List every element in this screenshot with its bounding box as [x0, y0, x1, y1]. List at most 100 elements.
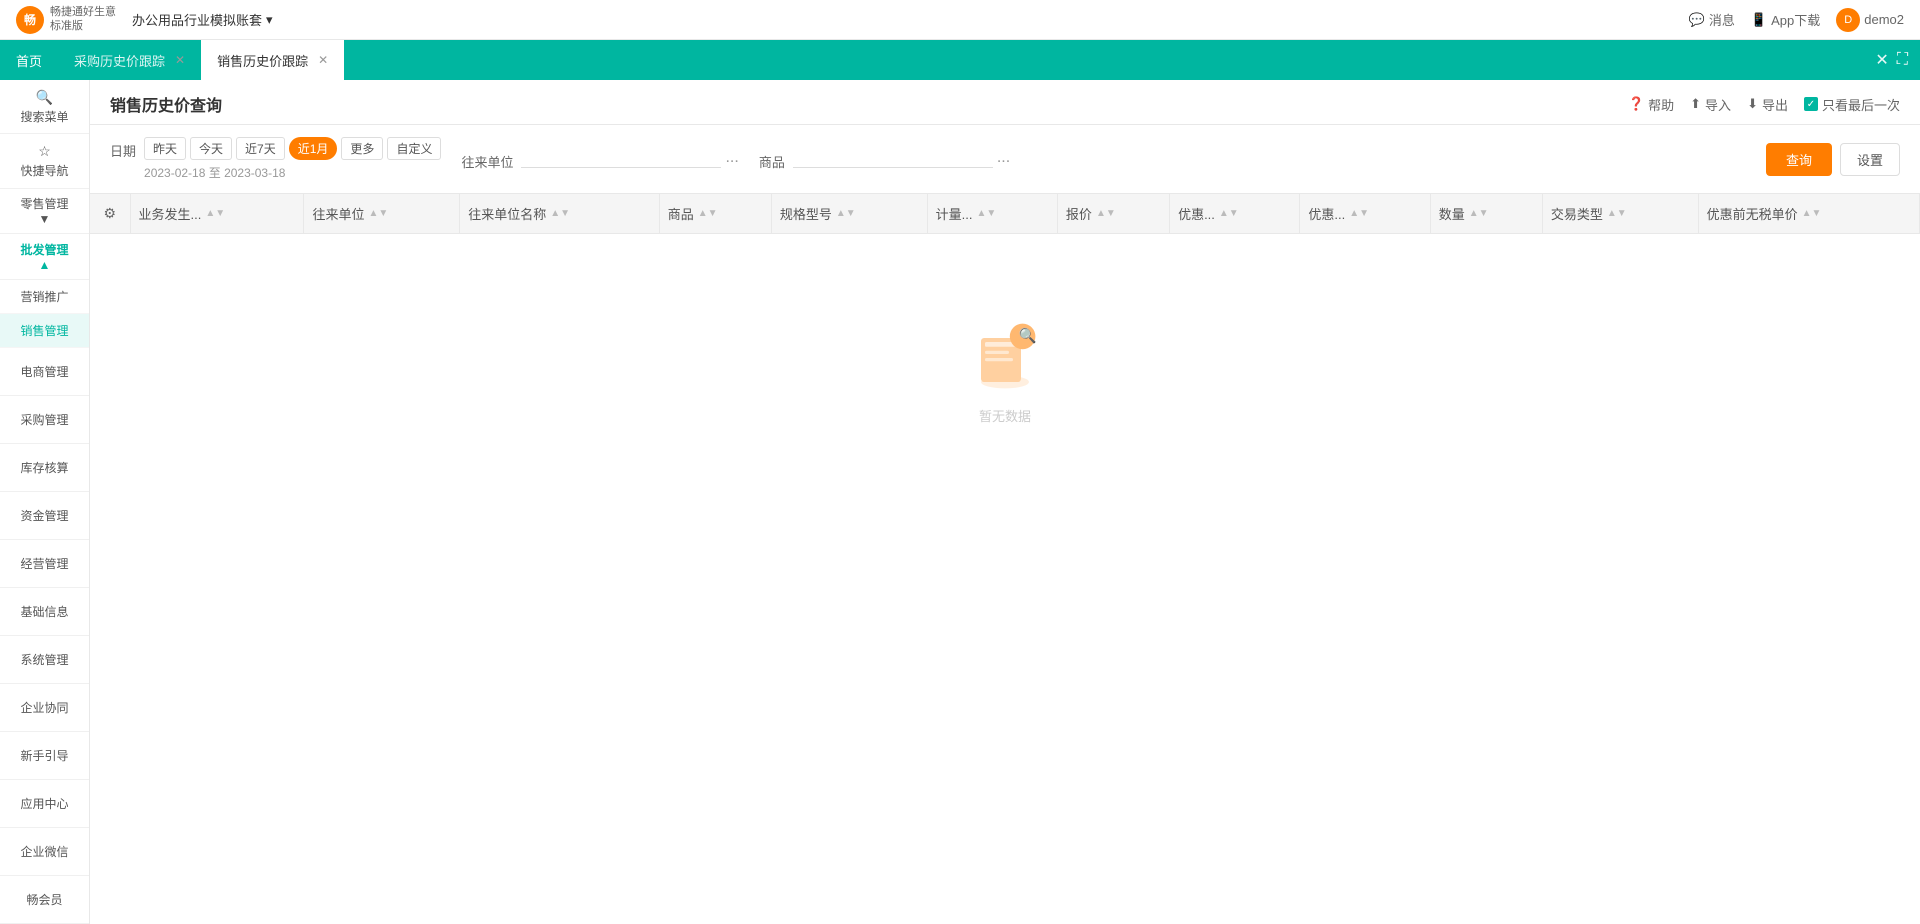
main-layout: 🔍 搜索菜单 ☆ 快捷导航 零售管理 ▼ 批发管理 ▲ 营销推广 销售管理 电商… — [0, 80, 1920, 924]
partner-input-wrap: ... — [521, 148, 738, 168]
close-all-icon[interactable]: ✕ — [1875, 50, 1888, 70]
sidebar-item-enterprise[interactable]: 企业协同 — [0, 684, 89, 732]
message-icon: 💬 — [1689, 12, 1705, 28]
app-selector[interactable]: 办公用品行业模拟账套 ▾ — [124, 6, 281, 33]
th-unit[interactable]: 计量... ▲▼ — [927, 194, 1057, 234]
sidebar-item-purchase[interactable]: 采购管理 — [0, 396, 89, 444]
product-filter-label: 商品 — [759, 148, 785, 171]
partner-filter-group: 往来单位 ... — [461, 148, 738, 171]
chevron-down-icon: ▼ — [39, 212, 51, 226]
sales-tab-close[interactable]: ✕ — [318, 53, 328, 67]
product-input-wrap: ... — [793, 148, 1010, 168]
sort-icon: ▲▼ — [698, 209, 718, 219]
svg-text:🔍: 🔍 — [1019, 326, 1037, 344]
sidebar-item-member[interactable]: 畅会员 — [0, 876, 89, 924]
th-discount1[interactable]: 优惠... ▲▼ — [1170, 194, 1300, 234]
product-filter-group: 商品 ... — [759, 148, 1010, 171]
th-settings[interactable]: ⚙ — [90, 194, 130, 234]
content-area: 销售历史价查询 ❓ 帮助 ⬆ 导入 ⬇ 导出 ✓ 只看最后一次 — [90, 80, 1920, 924]
partner-input[interactable] — [521, 148, 721, 168]
sort-icon: ▲▼ — [836, 209, 856, 219]
logo-area: 畅 畅捷通好生意 标准版 — [16, 6, 116, 34]
sidebar-item-finance[interactable]: 资金管理 — [0, 492, 89, 540]
sort-icon: ▲▼ — [550, 209, 570, 219]
date-range-text: 2023-02-18 至 2023-03-18 — [144, 164, 441, 181]
sidebar: 🔍 搜索菜单 ☆ 快捷导航 零售管理 ▼ 批发管理 ▲ 营销推广 销售管理 电商… — [0, 80, 90, 924]
tab-purchase-history[interactable]: 采购历史价跟踪 ✕ — [58, 40, 201, 80]
filter-area: 日期 昨天 今天 近7天 近1月 更多 自定义 2023-02-18 至 202… — [90, 125, 1920, 194]
sidebar-item-system[interactable]: 系统管理 — [0, 636, 89, 684]
maximize-icon[interactable]: ⛶ — [1897, 51, 1908, 69]
logo-text: 畅捷通好生意 标准版 — [50, 6, 116, 32]
th-discount2[interactable]: 优惠... ▲▼ — [1300, 194, 1430, 234]
sort-icon: ▲▼ — [205, 209, 225, 219]
search-icon: 🔍 — [36, 89, 53, 106]
sidebar-item-wechat[interactable]: 企业微信 — [0, 828, 89, 876]
partner-filter-label: 往来单位 — [461, 148, 513, 171]
user-area[interactable]: D demo2 — [1836, 8, 1904, 32]
product-input[interactable] — [793, 148, 993, 168]
empty-state: 🔍 暂无数据 — [90, 234, 1920, 505]
sidebar-item-retail[interactable]: 零售管理 ▼ — [0, 189, 89, 235]
export-button[interactable]: ⬇ 导出 — [1747, 95, 1788, 114]
settings-button[interactable]: 设置 — [1840, 143, 1900, 176]
gear-icon[interactable]: ⚙ — [103, 205, 116, 221]
date-btn-more[interactable]: 更多 — [341, 137, 383, 160]
th-biz-date[interactable]: 业务发生... ▲▼ — [130, 194, 304, 234]
sidebar-item-search[interactable]: 🔍 搜索菜单 — [0, 80, 89, 134]
product-dots-button[interactable]: ... — [997, 149, 1010, 167]
chevron-up-icon: ▲ — [39, 258, 51, 272]
sidebar-item-quick-nav[interactable]: ☆ 快捷导航 — [0, 134, 89, 188]
th-trade-type[interactable]: 交易类型 ▲▼ — [1542, 194, 1698, 234]
table-header-row: ⚙ 业务发生... ▲▼ 往来单位 ▲▼ — [90, 194, 1920, 234]
sidebar-item-app-center[interactable]: 应用中心 — [0, 780, 89, 828]
purchase-tab-close[interactable]: ✕ — [175, 53, 185, 67]
th-product[interactable]: 商品 ▲▼ — [659, 194, 771, 234]
sidebar-item-wholesale[interactable]: 批发管理 ▲ — [0, 234, 89, 280]
sidebar-item-ecom[interactable]: 电商管理 — [0, 348, 89, 396]
empty-text: 暂无数据 — [979, 406, 1031, 425]
date-btn-7days[interactable]: 近7天 — [236, 137, 285, 160]
tab-bar-right: ✕ ⛶ — [1875, 50, 1920, 70]
help-button[interactable]: ❓ 帮助 — [1628, 95, 1674, 114]
th-partner-name[interactable]: 往来单位名称 ▲▼ — [460, 194, 659, 234]
sidebar-sub-item-sales-manage[interactable]: 销售管理 — [0, 314, 89, 348]
star-icon: ☆ — [38, 143, 51, 160]
query-button[interactable]: 查询 — [1766, 143, 1832, 176]
only-last-checkbox-label[interactable]: ✓ 只看最后一次 — [1804, 95, 1900, 114]
date-btn-today[interactable]: 今天 — [190, 137, 232, 160]
date-btn-yesterday[interactable]: 昨天 — [144, 137, 186, 160]
date-btn-custom[interactable]: 自定义 — [387, 137, 441, 160]
th-quantity[interactable]: 数量 ▲▼ — [1430, 194, 1542, 234]
sidebar-item-basics[interactable]: 基础信息 — [0, 588, 89, 636]
th-pretax-price[interactable]: 优惠前无税单价 ▲▼ — [1698, 194, 1919, 234]
th-partner-code[interactable]: 往来单位 ▲▼ — [304, 194, 460, 234]
app-download-button[interactable]: 📱 App下载 — [1751, 10, 1820, 29]
th-spec[interactable]: 规格型号 ▲▼ — [771, 194, 927, 234]
date-filter-label: 日期 — [110, 137, 136, 160]
message-button[interactable]: 💬 消息 — [1689, 10, 1735, 29]
page-header: 销售历史价查询 ❓ 帮助 ⬆ 导入 ⬇ 导出 ✓ 只看最后一次 — [90, 80, 1920, 125]
page-title: 销售历史价查询 — [110, 92, 222, 116]
download-icon: 📱 — [1751, 12, 1767, 28]
partner-dots-button[interactable]: ... — [725, 149, 738, 167]
sidebar-item-inventory[interactable]: 库存核算 — [0, 444, 89, 492]
import-button[interactable]: ⬆ 导入 — [1690, 95, 1731, 114]
date-btn-1month[interactable]: 近1月 — [289, 137, 338, 160]
sidebar-item-operations[interactable]: 经营管理 — [0, 540, 89, 588]
top-bar-right: 💬 消息 📱 App下载 D demo2 — [1689, 8, 1904, 32]
chevron-down-icon: ▾ — [266, 12, 273, 28]
logo-icon: 畅 — [16, 6, 44, 34]
purchase-tab-label: 采购历史价跟踪 — [74, 51, 165, 70]
th-quote[interactable]: 报价 ▲▼ — [1057, 194, 1169, 234]
empty-illustration: 🔍 — [965, 314, 1045, 394]
tab-home[interactable]: 首页 — [0, 40, 58, 80]
top-bar-left: 畅 畅捷通好生意 标准版 办公用品行业模拟账套 ▾ — [16, 6, 281, 34]
tab-sales-history[interactable]: 销售历史价跟踪 ✕ — [201, 40, 344, 80]
sort-icon: ▲▼ — [1349, 209, 1369, 219]
home-tab-label: 首页 — [16, 51, 42, 70]
sort-icon: ▲▼ — [1096, 209, 1116, 219]
sidebar-item-guide[interactable]: 新手引导 — [0, 732, 89, 780]
sidebar-sub-item-marketing[interactable]: 营销推广 — [0, 280, 89, 314]
page-actions: ❓ 帮助 ⬆ 导入 ⬇ 导出 ✓ 只看最后一次 — [1628, 95, 1900, 114]
